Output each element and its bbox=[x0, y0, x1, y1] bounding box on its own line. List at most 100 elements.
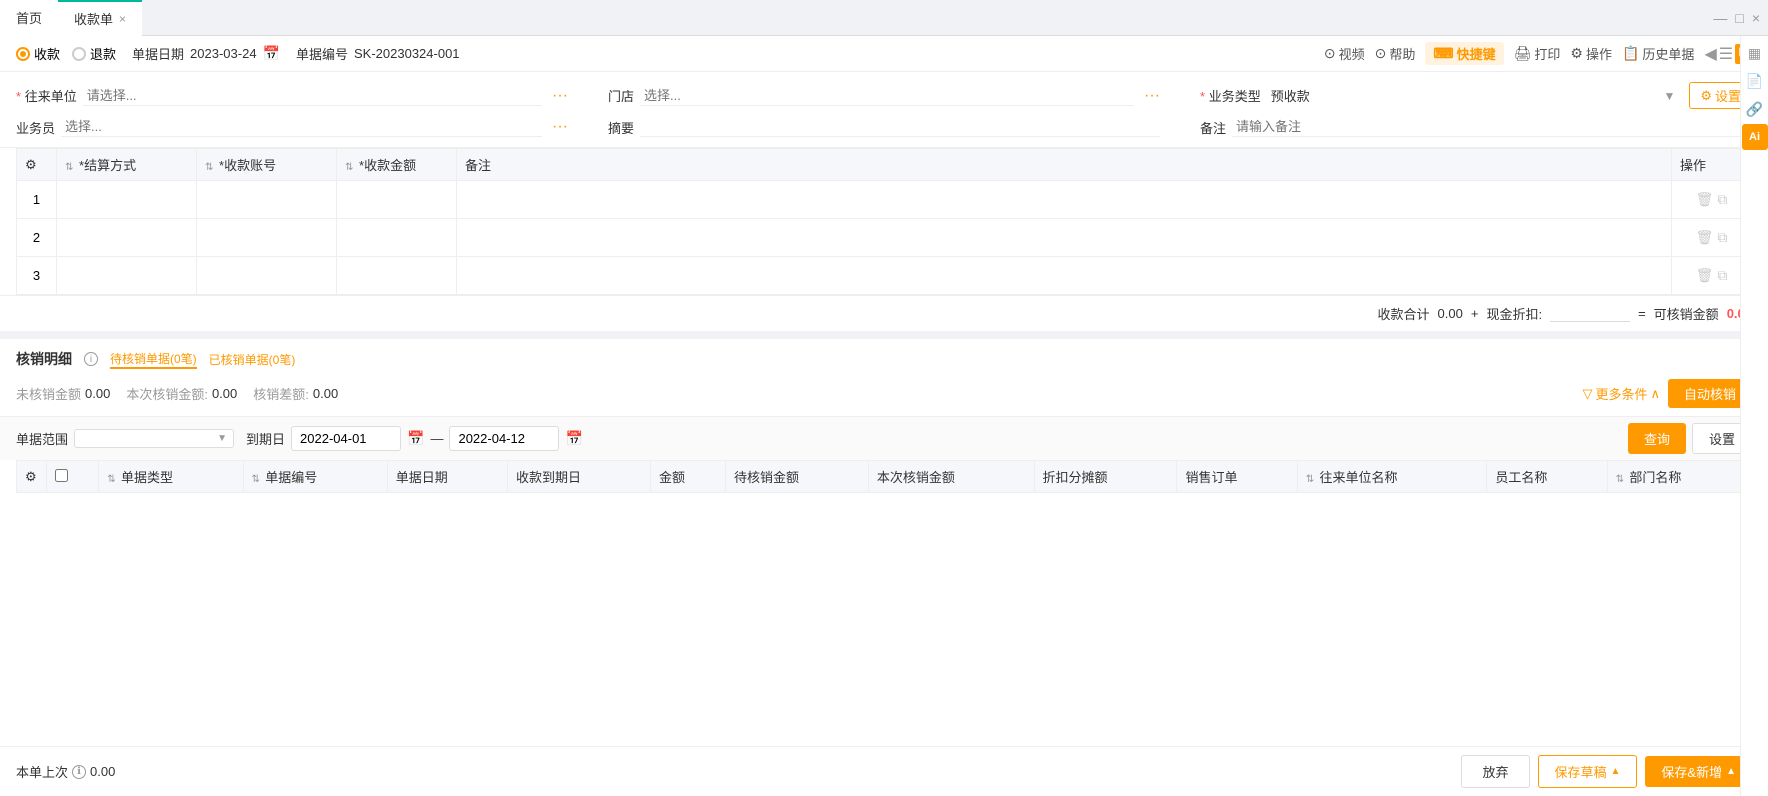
th-amount: 金额 bbox=[651, 461, 726, 493]
delete-icon[interactable]: 🗑 bbox=[1696, 191, 1714, 208]
more-filter-btn[interactable]: ▽ 更多条件 ∧ bbox=[1582, 384, 1660, 403]
receipt-radio[interactable]: 收款 bbox=[16, 44, 60, 63]
delete-icon[interactable]: 🗑 bbox=[1696, 229, 1714, 246]
row-settlement-2[interactable] bbox=[57, 219, 197, 257]
help-btn[interactable]: ⊙ 帮助 bbox=[1375, 44, 1416, 63]
done-tab[interactable]: 已核销单据(0笔) bbox=[209, 351, 296, 368]
window-max-btn[interactable]: □ bbox=[1735, 10, 1743, 26]
remark-input[interactable] bbox=[1232, 117, 1752, 137]
sidebar-table-icon[interactable]: ▦ bbox=[1742, 40, 1768, 66]
store-field: 门店 ··· bbox=[608, 86, 1160, 106]
refund-radio[interactable]: 退款 bbox=[72, 44, 116, 63]
row-num-3: 3 bbox=[17, 257, 57, 295]
th-account: ⇅ *收款账号 bbox=[197, 149, 337, 181]
summary-row: 收款合计 0.00 + 现金折扣: = 可核销金额 0.00 bbox=[0, 295, 1768, 331]
settings-icon-bt[interactable]: ⚙ bbox=[25, 469, 37, 484]
range-select[interactable]: ▼ bbox=[74, 429, 234, 448]
th-remark: 备注 bbox=[457, 149, 1672, 181]
tab-receipt-close[interactable]: × bbox=[119, 12, 126, 26]
store-input[interactable] bbox=[640, 86, 1134, 106]
sort-icon[interactable]: ⇅ bbox=[345, 162, 353, 173]
select-all-checkbox[interactable] bbox=[55, 469, 68, 482]
copy-icon[interactable]: ⧉ bbox=[1717, 267, 1727, 284]
print-btn[interactable]: 🖨 打印 bbox=[1514, 44, 1561, 63]
refund-radio-label: 退款 bbox=[90, 44, 116, 63]
receipt-radio-dot bbox=[16, 47, 30, 61]
sort-icon[interactable]: ⇅ bbox=[205, 162, 213, 173]
th-checkbox: ⚙ bbox=[17, 461, 47, 493]
shortcut-icon: ⌨ bbox=[1433, 45, 1453, 62]
business-type-label: * 业务类型 bbox=[1200, 86, 1261, 105]
query-btn[interactable]: 查询 bbox=[1628, 423, 1686, 454]
store-label: 门店 bbox=[608, 86, 634, 105]
copy-icon[interactable]: ⧉ bbox=[1717, 229, 1727, 246]
toolbar: 收款 退款 单据日期 2023-03-24 📅 单据编号 SK-20230324… bbox=[0, 36, 1768, 72]
operation-btn[interactable]: ⚙ 操作 bbox=[1570, 44, 1612, 63]
discount-input[interactable] bbox=[1550, 306, 1630, 322]
verification-header: 核销明细 i 待核销单据(0笔) 已核销单据(0笔) bbox=[0, 339, 1768, 375]
remark-field: 备注 bbox=[1200, 117, 1752, 137]
history-label: 历史单据 bbox=[1642, 44, 1694, 63]
bottom-table: ⚙ ⇅ 单据类型 ⇅ 单据编号 bbox=[16, 460, 1752, 493]
video-btn[interactable]: ⊙ 视频 bbox=[1324, 44, 1365, 63]
last-order-label: 本单上次 bbox=[16, 762, 68, 781]
due-start-input[interactable] bbox=[291, 426, 401, 451]
summary-input[interactable] bbox=[640, 117, 1160, 137]
info-icon[interactable]: i bbox=[84, 352, 98, 366]
th-settlement: ⇅ *结算方式 bbox=[57, 149, 197, 181]
shortcut-btn[interactable]: ⌨ 快捷键 bbox=[1425, 42, 1503, 65]
start-cal-icon[interactable]: 📅 bbox=[407, 430, 424, 447]
row-remark-2[interactable] bbox=[457, 219, 1672, 257]
calendar-icon[interactable]: 📅 bbox=[263, 45, 280, 62]
sidebar-link-icon[interactable]: 🔗 bbox=[1742, 96, 1768, 122]
window-min-btn[interactable]: — bbox=[1713, 10, 1727, 26]
business-type-caret[interactable]: ▼ bbox=[1663, 89, 1675, 103]
row-amount-1[interactable] bbox=[337, 181, 457, 219]
current-stat: 本次核销金额: 0.00 bbox=[126, 384, 237, 403]
row-account-3[interactable] bbox=[197, 257, 337, 295]
staff-more-icon[interactable]: ··· bbox=[552, 118, 568, 136]
layout-list-icon[interactable]: ☰ bbox=[1719, 44, 1733, 64]
stats-row: 未核销金额 0.00 本次核销金额: 0.00 核销差额: 0.00 ▽ 更多条… bbox=[0, 375, 1768, 416]
layout-prev-icon[interactable]: ◀ bbox=[1704, 44, 1716, 64]
history-btn[interactable]: 📋 历史单据 bbox=[1622, 44, 1694, 63]
end-cal-icon[interactable]: 📅 bbox=[565, 430, 582, 447]
store-more-icon[interactable]: ··· bbox=[1144, 87, 1160, 105]
save-new-btn[interactable]: 保存&新增 ▲ bbox=[1645, 756, 1752, 787]
save-draft-btn[interactable]: 保存草稿 ▲ bbox=[1538, 755, 1638, 788]
row-account-2[interactable] bbox=[197, 219, 337, 257]
bottom-table-header: ⚙ ⇅ 单据类型 ⇅ 单据编号 bbox=[17, 461, 1752, 493]
row-amount-2[interactable] bbox=[337, 219, 457, 257]
form-row-1: * 往来单位 ··· 门店 ··· * 业务类型 预收款 ▼ bbox=[16, 82, 1752, 109]
receipt-radio-label: 收款 bbox=[34, 44, 60, 63]
staff-field: 业务员 ··· bbox=[16, 117, 568, 137]
sidebar-ai-icon[interactable]: Ai bbox=[1742, 124, 1768, 150]
row-amount-3[interactable] bbox=[337, 257, 457, 295]
row-settlement-1[interactable] bbox=[57, 181, 197, 219]
verification-title: 核销明细 bbox=[16, 349, 72, 369]
th-settings[interactable]: ⚙ bbox=[17, 149, 57, 181]
counterpart-input[interactable] bbox=[83, 86, 542, 106]
copy-icon[interactable]: ⧉ bbox=[1717, 191, 1727, 208]
staff-input[interactable] bbox=[61, 117, 542, 137]
sort-icon[interactable]: ⇅ bbox=[65, 162, 73, 173]
th-pending-amount: 待核销金额 bbox=[725, 461, 868, 493]
business-type-value: 预收款 bbox=[1271, 86, 1310, 105]
delete-icon[interactable]: 🗑 bbox=[1696, 267, 1714, 284]
discard-btn[interactable]: 放弃 bbox=[1461, 755, 1529, 788]
pending-tab[interactable]: 待核销单据(0笔) bbox=[110, 350, 197, 369]
row-settlement-3[interactable] bbox=[57, 257, 197, 295]
tab-home[interactable]: 首页 bbox=[0, 0, 58, 36]
last-order-info-icon[interactable]: ℹ bbox=[72, 765, 86, 779]
tab-receipt[interactable]: 收款单 × bbox=[58, 0, 142, 36]
video-icon: ⊙ bbox=[1324, 45, 1336, 62]
th-current-amount: 本次核销金额 bbox=[868, 461, 1034, 493]
counterpart-more-icon[interactable]: ··· bbox=[552, 87, 568, 105]
window-close-btn[interactable]: × bbox=[1752, 10, 1760, 26]
row-remark-1[interactable] bbox=[457, 181, 1672, 219]
row-remark-3[interactable] bbox=[457, 257, 1672, 295]
row-account-1[interactable] bbox=[197, 181, 337, 219]
sidebar-doc-icon[interactable]: 📄 bbox=[1742, 68, 1768, 94]
due-end-input[interactable] bbox=[449, 426, 559, 451]
date-sep: — bbox=[430, 431, 443, 446]
